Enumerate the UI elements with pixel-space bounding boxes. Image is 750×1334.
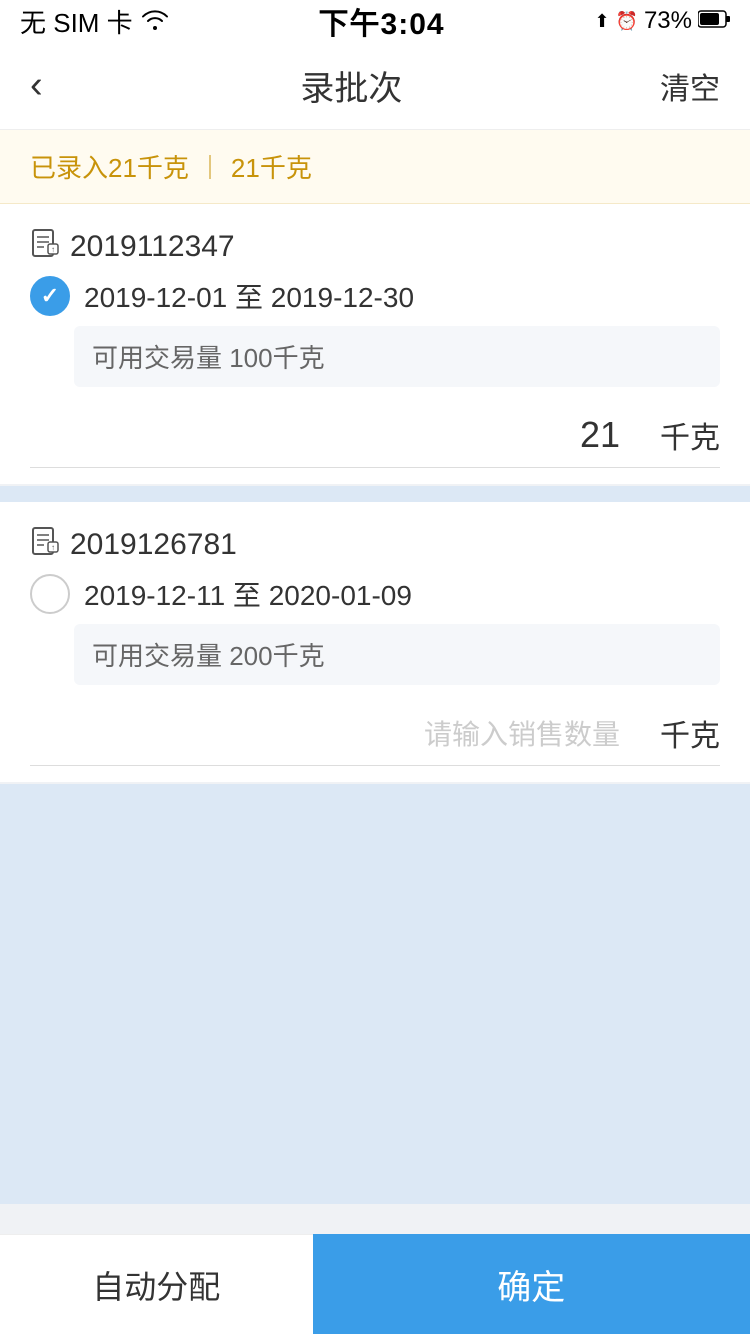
sim-label: 无 SIM 卡 xyxy=(20,3,133,40)
svg-text:↑: ↑ xyxy=(51,543,55,552)
batch-1-unit: 千克 xyxy=(660,413,720,457)
location-icon: ⬆ xyxy=(594,11,609,32)
batch-2-header: ↑ 2019126781 xyxy=(0,502,750,574)
batch-1-date: 2019-12-01 至 2019-12-30 xyxy=(84,276,414,316)
bottom-empty-area xyxy=(0,784,750,1204)
batch-2-date-row[interactable]: 2019-12-11 至 2020-01-09 xyxy=(0,574,750,624)
recorded-amount-value: 21千克 xyxy=(231,148,312,185)
batch-1-header: ↑ 2019112347 xyxy=(0,204,750,276)
recorded-amount-label: 已录入21千克 xyxy=(30,148,189,185)
batch-2-input-placeholder: 请输入销售数量 xyxy=(424,713,620,753)
batch-2-radio[interactable] xyxy=(30,574,70,614)
batch-1-doc-icon: ↑ xyxy=(30,228,60,266)
batch-card-1: ↑ 2019112347 2019-12-01 至 2019-12-30 可用交… xyxy=(0,204,750,484)
batch-1-id: 2019112347 xyxy=(70,230,235,264)
status-right: ⬆ ⏰ 73% xyxy=(594,7,730,35)
back-button[interactable]: ‹ xyxy=(30,64,43,107)
batch-2-avail-text: 可用交易量 200千克 xyxy=(92,641,325,671)
batch-2-id: 2019126781 xyxy=(70,528,237,562)
batch-1-avail-text: 可用交易量 100千克 xyxy=(92,343,325,373)
confirm-button[interactable]: 确定 xyxy=(313,1234,750,1334)
clear-button[interactable]: 清空 xyxy=(660,64,720,108)
wifi-icon xyxy=(141,6,169,37)
batch-1-date-row[interactable]: 2019-12-01 至 2019-12-30 xyxy=(0,276,750,326)
batch-1-quantity-value[interactable]: 21 xyxy=(580,414,620,456)
nav-bar: ‹ 录批次 清空 xyxy=(0,42,750,130)
batch-1-available: 可用交易量 100千克 xyxy=(74,326,720,387)
batch-2-quantity-row: 请输入销售数量 千克 xyxy=(0,701,750,765)
alarm-icon: ⏰ xyxy=(616,11,638,32)
status-time: 下午3:04 xyxy=(319,0,445,43)
section-divider xyxy=(0,486,750,502)
battery-icon xyxy=(698,7,730,35)
batch-2-doc-icon: ↑ xyxy=(30,526,60,564)
batch-1-quantity-row: 21 千克 xyxy=(0,403,750,467)
svg-text:↑: ↑ xyxy=(51,245,55,254)
status-left: 无 SIM 卡 xyxy=(20,3,169,40)
bottom-bar: 自动分配 确定 xyxy=(0,1234,750,1334)
batch-2-available: 可用交易量 200千克 xyxy=(74,624,720,685)
batch-1-radio[interactable] xyxy=(30,276,70,316)
info-bar: 已录入21千克 21千克 xyxy=(0,130,750,204)
batch-2-unit: 千克 xyxy=(660,711,720,755)
page-title: 录批次 xyxy=(300,61,402,110)
info-divider xyxy=(209,155,211,179)
batch-card-2: ↑ 2019126781 2019-12-11 至 2020-01-09 可用交… xyxy=(0,502,750,782)
status-bar: 无 SIM 卡 下午3:04 ⬆ ⏰ 73% xyxy=(0,0,750,42)
auto-distribute-button[interactable]: 自动分配 xyxy=(0,1234,313,1334)
battery-percent: 73% xyxy=(644,7,692,35)
batch-2-date: 2019-12-11 至 2020-01-09 xyxy=(84,574,412,614)
